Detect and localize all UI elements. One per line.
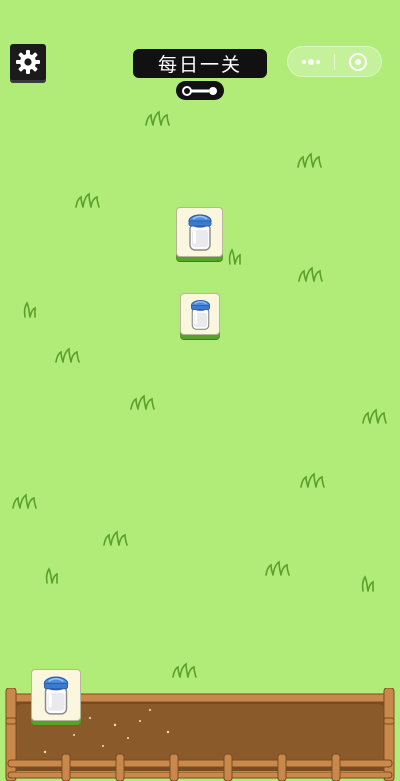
grass-tuft <box>170 662 200 678</box>
milk-bottle-icon <box>40 674 72 716</box>
grass-tuft <box>263 560 293 576</box>
grass-tuft <box>143 110 173 126</box>
title-text: 每日一关 <box>157 54 242 76</box>
page-title: 每日一关 <box>133 49 267 78</box>
grass-tuft <box>295 152 325 168</box>
grass-tuft <box>360 408 390 424</box>
tray-slot-tile[interactable] <box>31 669 81 721</box>
grass-tuft <box>53 347 83 363</box>
grass-tuft <box>73 192 103 208</box>
grass-tuft <box>44 566 60 584</box>
mini-program-capsule <box>287 46 382 77</box>
close-button[interactable] <box>335 47 381 76</box>
grass-tuft <box>22 300 38 318</box>
grass-tuft <box>128 394 158 410</box>
board-tile[interactable] <box>180 293 220 335</box>
more-button[interactable] <box>288 47 334 76</box>
grass-tuft <box>360 574 376 592</box>
grass-tuft <box>227 247 243 265</box>
gear-icon <box>16 50 40 74</box>
level-progress-indicator <box>176 81 224 100</box>
more-dots-icon <box>302 58 320 65</box>
grass-tuft <box>10 493 40 509</box>
board-tile[interactable] <box>176 207 223 257</box>
grass-tuft <box>101 530 131 546</box>
milk-bottle-icon <box>188 298 213 331</box>
settings-button[interactable] <box>10 44 46 80</box>
grass-tuft <box>298 472 328 488</box>
level-progress-icon <box>182 85 217 96</box>
target-circle-icon <box>349 52 367 71</box>
milk-bottle-icon <box>185 212 215 252</box>
grass-tuft <box>296 266 326 282</box>
